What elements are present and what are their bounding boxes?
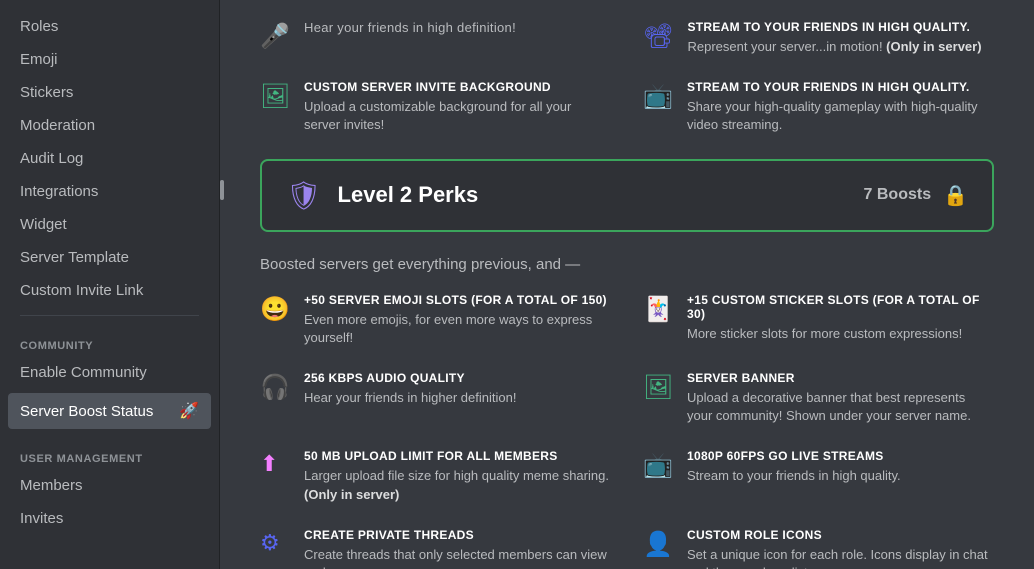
sidebar-item-invites[interactable]: Invites: [8, 502, 211, 535]
community-section-label: COMMUNITY: [8, 324, 211, 356]
boosts-label: 7 Boosts: [864, 186, 932, 204]
perks-grid: 😀 +50 SERVER EMOJI SLOTS (FOR A TOTAL OF…: [260, 293, 994, 569]
invite-bg-desc: Upload a customizable background for all…: [304, 98, 611, 134]
shield-icon: 🛡: [286, 179, 322, 212]
sidebar-item-moderation[interactable]: Moderation: [8, 109, 211, 142]
role-icons-title: CUSTOM ROLE ICONS: [687, 528, 994, 542]
main-content: 🎤 Hear your friends in high definition! …: [220, 0, 1034, 569]
perk-item-sticker-slots: 🃏 +15 CUSTOM STICKER SLOTS (FOR A TOTAL …: [643, 293, 994, 347]
private-threads-desc: Create threads that only selected member…: [304, 546, 611, 569]
private-threads-title: CREATE PRIVATE THREADS: [304, 528, 611, 542]
scroll-area: 🎤 Hear your friends in high definition! …: [220, 0, 1034, 569]
sidebar-item-members[interactable]: Members: [8, 469, 211, 502]
perk-item-animated-banner: 📽 STREAM TO YOUR FRIENDS IN HIGH QUALITY…: [643, 20, 994, 56]
sidebar-item-enable-community[interactable]: Enable Community: [8, 356, 211, 389]
sidebar-item-emoji[interactable]: Emoji: [8, 43, 211, 76]
go-live-desc: Stream to your friends in high quality.: [687, 467, 901, 485]
top-perks-grid: 🎤 Hear your friends in high definition! …: [260, 20, 994, 135]
user-management-section-label: USER MANAGEMENT: [8, 437, 211, 469]
perk-item-stream-quality: 📺 STREAM TO YOUR FRIENDS IN HIGH QUALITY…: [643, 80, 994, 134]
sidebar-item-integrations[interactable]: Integrations: [8, 175, 211, 208]
boosted-intro: Boosted servers get everything previous,…: [260, 256, 994, 273]
sidebar-divider: [20, 315, 199, 316]
perk-item-role-icons: 👤 CUSTOM ROLE ICONS Set a unique icon fo…: [643, 528, 994, 569]
level-title: Level 2 Perks: [338, 182, 479, 208]
server-banner-icon: 🖼: [643, 373, 673, 402]
sidebar-item-audit-log[interactable]: Audit Log: [8, 142, 211, 175]
go-live-title: 1080P 60FPS GO LIVE STREAMS: [687, 449, 901, 463]
perk-item-server-banner: 🖼 SERVER BANNER Upload a decorative bann…: [643, 371, 994, 425]
audio-quality-desc: Hear your friends in higher definition!: [304, 389, 516, 407]
perk-item-go-live: 📺 1080P 60FPS GO LIVE STREAMS Stream to …: [643, 449, 994, 503]
lock-icon: 🔒: [943, 183, 968, 208]
animated-banner-icon: 📽: [643, 22, 673, 51]
role-icons-icon: 👤: [643, 530, 673, 559]
scrollbar-indicator[interactable]: [220, 180, 224, 200]
hd-voice-title: Hear your friends in high definition!: [304, 20, 516, 35]
hd-voice-icon: 🎤: [260, 22, 290, 51]
sidebar-item-server-template[interactable]: Server Template: [8, 241, 211, 274]
sidebar-item-roles[interactable]: Roles: [8, 10, 211, 43]
level-box: 🛡 Level 2 Perks 7 Boosts 🔒: [260, 159, 994, 232]
perk-item-hd-voice: 🎤 Hear your friends in high definition!: [260, 20, 611, 56]
level-box-right: 7 Boosts 🔒: [864, 183, 968, 208]
animated-banner-title: STREAM TO YOUR FRIENDS IN HIGH QUALITY.: [687, 20, 981, 34]
upload-limit-title: 50 MB UPLOAD LIMIT FOR ALL MEMBERS: [304, 449, 611, 463]
upload-limit-desc: Larger upload file size for high quality…: [304, 467, 611, 503]
invite-bg-icon: 🖼: [260, 82, 290, 111]
level-box-left: 🛡 Level 2 Perks: [286, 179, 478, 212]
audio-quality-icon: 🎧: [260, 373, 290, 402]
stream-quality-desc: Share your high-quality gameplay with hi…: [687, 98, 994, 134]
go-live-icon: 📺: [643, 451, 673, 480]
emoji-slots-icon: 😀: [260, 295, 290, 324]
sticker-slots-title: +15 CUSTOM STICKER SLOTS (FOR A TOTAL OF…: [687, 293, 994, 321]
stream-quality-title: STREAM TO YOUR FRIENDS IN HIGH QUALITY.: [687, 80, 994, 94]
perk-item-emoji-slots: 😀 +50 SERVER EMOJI SLOTS (FOR A TOTAL OF…: [260, 293, 611, 347]
animated-banner-desc: Represent your server...in motion! (Only…: [687, 38, 981, 56]
boost-icon: 🚀: [179, 401, 199, 421]
role-icons-desc: Set a unique icon for each role. Icons d…: [687, 546, 994, 569]
private-threads-icon: ⚙: [260, 530, 290, 556]
invite-bg-title: CUSTOM SERVER INVITE BACKGROUND: [304, 80, 611, 94]
server-banner-title: SERVER BANNER: [687, 371, 994, 385]
sidebar: Roles Emoji Stickers Moderation Audit Lo…: [0, 0, 220, 569]
sidebar-item-custom-invite-link[interactable]: Custom Invite Link: [8, 274, 211, 307]
perk-item-private-threads: ⚙ CREATE PRIVATE THREADS Create threads …: [260, 528, 611, 569]
perk-item-invite-bg: 🖼 CUSTOM SERVER INVITE BACKGROUND Upload…: [260, 80, 611, 134]
sticker-slots-desc: More sticker slots for more custom expre…: [687, 325, 994, 343]
upload-limit-icon: ⬆: [260, 451, 290, 477]
emoji-slots-title: +50 SERVER EMOJI SLOTS (FOR A TOTAL OF 1…: [304, 293, 611, 307]
sidebar-item-server-boost-status[interactable]: Server Boost Status 🚀: [8, 393, 211, 429]
perk-item-upload-limit: ⬆ 50 MB UPLOAD LIMIT FOR ALL MEMBERS Lar…: [260, 449, 611, 503]
server-banner-desc: Upload a decorative banner that best rep…: [687, 389, 994, 425]
sticker-slots-icon: 🃏: [643, 295, 673, 324]
emoji-slots-desc: Even more emojis, for even more ways to …: [304, 311, 611, 347]
sidebar-item-stickers[interactable]: Stickers: [8, 76, 211, 109]
perk-item-audio-quality: 🎧 256 KBPS AUDIO QUALITY Hear your frien…: [260, 371, 611, 425]
stream-quality-icon: 📺: [643, 82, 673, 111]
sidebar-item-widget[interactable]: Widget: [8, 208, 211, 241]
audio-quality-title: 256 KBPS AUDIO QUALITY: [304, 371, 516, 385]
